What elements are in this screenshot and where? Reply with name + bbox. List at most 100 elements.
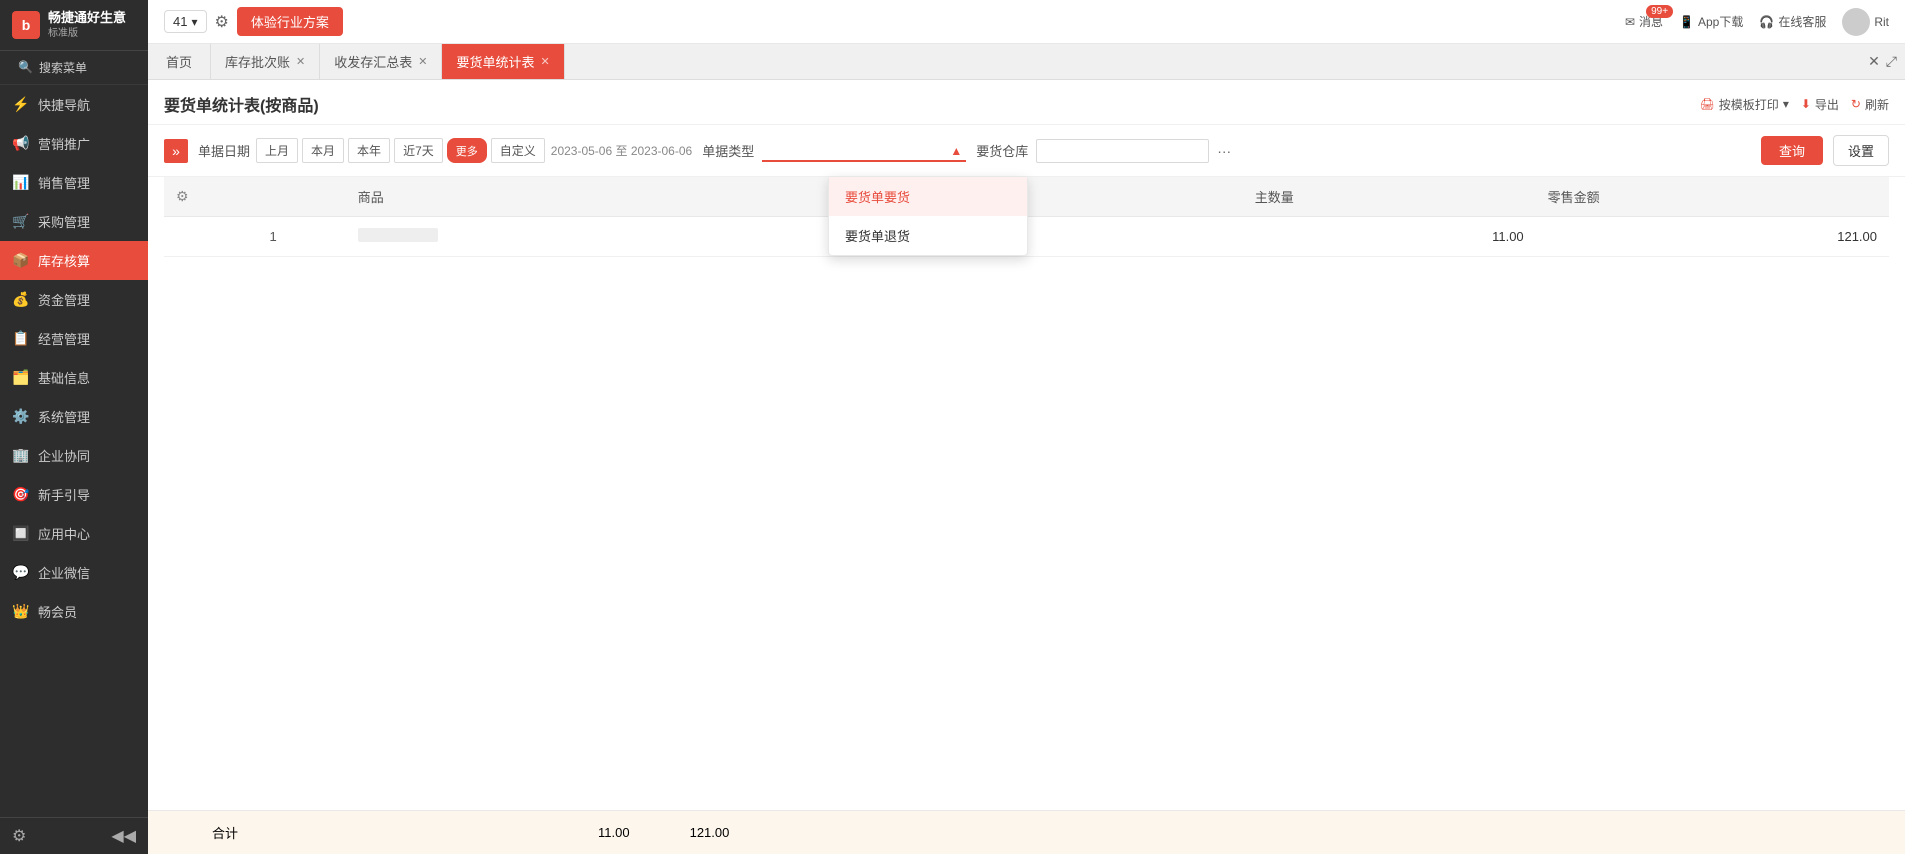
nav-label-vip: 畅会员 [38, 602, 77, 621]
tabs-actions: ✕ ⤢ [1860, 44, 1905, 79]
dropdown-item-order-goods[interactable]: 要货单要货 [829, 177, 1027, 216]
period-more[interactable]: 更多 [447, 138, 487, 163]
dropdown-arrow-icon: ▾ [191, 15, 197, 29]
sidebar-item-sales[interactable]: 📊销售管理 [0, 163, 148, 202]
nav-label-operations: 经营管理 [38, 329, 90, 348]
table-footer: 合计 11.00 121.00 [148, 810, 1905, 854]
cell-amount: 121.00 [1536, 217, 1889, 257]
nav-icon-shortcut: ⚡ [12, 95, 30, 113]
sidebar-item-finance[interactable]: 💰资金管理 [0, 280, 148, 319]
tab-home[interactable]: 首页 [148, 44, 211, 79]
search-menu[interactable]: 🔍 搜索菜单 [0, 51, 148, 85]
refresh-icon: ↻ [1851, 97, 1861, 111]
sidebar-item-guide[interactable]: 🎯新手引导 [0, 475, 148, 514]
col-quantity: 主数量 [1243, 177, 1536, 217]
tab-label-receive-summary: 收发存汇总表 [334, 52, 412, 71]
tabs-bar: 首页库存批次账 ✕ 收发存汇总表 ✕ 要货单统计表 ✕ ✕ ⤢ [148, 44, 1905, 80]
period-custom[interactable]: 自定义 [491, 138, 545, 163]
sidebar-item-enterprise[interactable]: 🏢 企业协同 [0, 436, 148, 475]
sidebar-item-base[interactable]: 🗂️ 基础信息 [0, 358, 148, 397]
tab-receive-summary[interactable]: 收发存汇总表 ✕ [320, 44, 442, 79]
sidebar-item-marketing[interactable]: 📢营销推广 [0, 124, 148, 163]
user-avatar-btn[interactable]: Rit [1842, 8, 1889, 36]
filter-settings-btn[interactable]: 设置 [1833, 135, 1889, 166]
sidebar-settings-icon[interactable]: ⚙ [12, 826, 26, 846]
warehouse-filter-group: 要货仓库 ··· [976, 139, 1231, 163]
messages-icon: ✉ [1625, 15, 1635, 29]
date-filter-group: 单据日期 上月 本月 本年 近7天 更多 自定义 2023-05-06 至 20… [198, 138, 692, 163]
tab-label-inventory-batch: 库存批次账 [225, 52, 290, 71]
col-num [201, 177, 346, 217]
nav-label-base: 基础信息 [38, 368, 90, 387]
tab-close-receive-summary[interactable]: ✕ [418, 55, 427, 68]
trial-btn[interactable]: 体验行业方案 [237, 7, 343, 36]
logo-icon: b [12, 11, 40, 39]
cell-quantity: 11.00 [1243, 217, 1536, 257]
sidebar-item-wechat[interactable]: 💬企业微信 [0, 553, 148, 592]
messages-btn[interactable]: ✉ 消息 99+ [1625, 13, 1663, 30]
dropdown-item-order-return[interactable]: 要货单退货 [829, 216, 1027, 255]
nav-label-apps: 应用中心 [38, 524, 90, 543]
tab-inventory-batch[interactable]: 库存批次账 ✕ [211, 44, 320, 79]
sidebar-item-purchase[interactable]: 🛒采购管理 [0, 202, 148, 241]
sidebar-item-inventory[interactable]: 📦 库存核算 [0, 241, 148, 280]
sidebar-item-shortcut[interactable]: ⚡ 快捷导航 [0, 85, 148, 124]
nav-icon-inventory: 📦 [12, 251, 30, 269]
nav-label-finance: 资金管理 [38, 290, 90, 309]
date-period-btns: 上月 本月 本年 近7天 更多 自定义 [256, 138, 545, 163]
print-btn[interactable]: 🖨 按模板打印 ▾ [1700, 96, 1789, 113]
table-container: ⚙ 商品 主计量单位 主数量 零售金额 1 块 11.00 121.00 [148, 177, 1905, 810]
period-this-month[interactable]: 本月 [302, 138, 344, 163]
filter-more-btn[interactable]: ··· [1217, 143, 1231, 159]
tabs-close-icon[interactable]: ✕ [1868, 53, 1880, 70]
headset-icon: 🎧 [1759, 15, 1774, 29]
tab-label-order-stats: 要货单统计表 [456, 52, 534, 71]
tab-close-order-stats[interactable]: ✕ [541, 55, 550, 68]
period-7days[interactable]: 近7天 [394, 138, 443, 163]
tab-close-inventory-batch[interactable]: ✕ [296, 55, 305, 68]
nav-icon-system: ⚙️ [12, 407, 30, 425]
date-range-text: 2023-05-06 至 2023-06-06 [551, 142, 692, 159]
nav-icon-sales: 📊 [12, 173, 30, 191]
type-filter-group: 单据类型 ▲ [702, 139, 966, 162]
tabs-expand-icon[interactable]: ⤢ [1886, 53, 1897, 70]
warehouse-input[interactable] [1036, 139, 1209, 163]
tab-order-stats[interactable]: 要货单统计表 ✕ [442, 44, 564, 79]
sidebar-item-operations[interactable]: 📋经营管理 [0, 319, 148, 358]
sidebar-item-apps[interactable]: 🔲 应用中心 [0, 514, 148, 553]
print-icon: 🖨 [1700, 97, 1715, 111]
sidebar-collapse-icon[interactable]: ◀◀ [111, 826, 136, 846]
nav-icon-vip: 👑 [12, 602, 30, 620]
app-download-btn[interactable]: 📱 App下载 [1679, 13, 1743, 30]
app-logo: b 畅捷通好生意 标准版 [0, 0, 148, 51]
nav-label-inventory: 库存核算 [38, 251, 90, 270]
period-last-month[interactable]: 上月 [256, 138, 298, 163]
type-select-input[interactable] [762, 139, 966, 162]
search-icon: 🔍 [18, 60, 33, 74]
refresh-btn[interactable]: ↻ 刷新 [1851, 96, 1889, 113]
topbar-dropdown[interactable]: 41 ▾ [164, 10, 207, 33]
query-btn[interactable]: 查询 [1761, 136, 1823, 165]
footer-quantity: 11.00 [598, 825, 630, 840]
type-select[interactable]: ▲ [762, 139, 966, 162]
export-icon: ⬇ [1801, 97, 1811, 111]
topbar-settings-icon[interactable]: ⚙ [215, 12, 229, 32]
nav-icon-enterprise: 🏢 [12, 446, 30, 464]
column-settings-icon[interactable]: ⚙ [176, 188, 189, 204]
nav-icon-purchase: 🛒 [12, 212, 30, 230]
sidebar-item-vip[interactable]: 👑 畅会员 [0, 592, 148, 631]
export-btn[interactable]: ⬇ 导出 [1801, 96, 1839, 113]
footer-label: 合计 [212, 823, 238, 842]
period-this-year[interactable]: 本年 [348, 138, 390, 163]
filter-bar: » 单据日期 上月 本月 本年 近7天 更多 自定义 2023-05-06 至 … [148, 125, 1905, 177]
nav-icon-apps: 🔲 [12, 524, 30, 542]
online-service-btn[interactable]: 🎧 在线客服 [1759, 13, 1826, 30]
sidebar: b 畅捷通好生意 标准版 🔍 搜索菜单 ⚡ 快捷导航 📢营销推广📊销售管理🛒采购管理… [0, 0, 148, 854]
nav-icon-wechat: 💬 [12, 563, 30, 581]
filter-toggle-btn[interactable]: » [164, 139, 188, 163]
sidebar-item-system[interactable]: ⚙️系统管理 [0, 397, 148, 436]
nav-label-shortcut: 快捷导航 [38, 95, 90, 114]
nav-icon-base: 🗂️ [12, 368, 30, 386]
sidebar-bottom-bar: ⚙ ◀◀ [0, 817, 148, 854]
nav-label-enterprise: 企业协同 [38, 446, 90, 465]
